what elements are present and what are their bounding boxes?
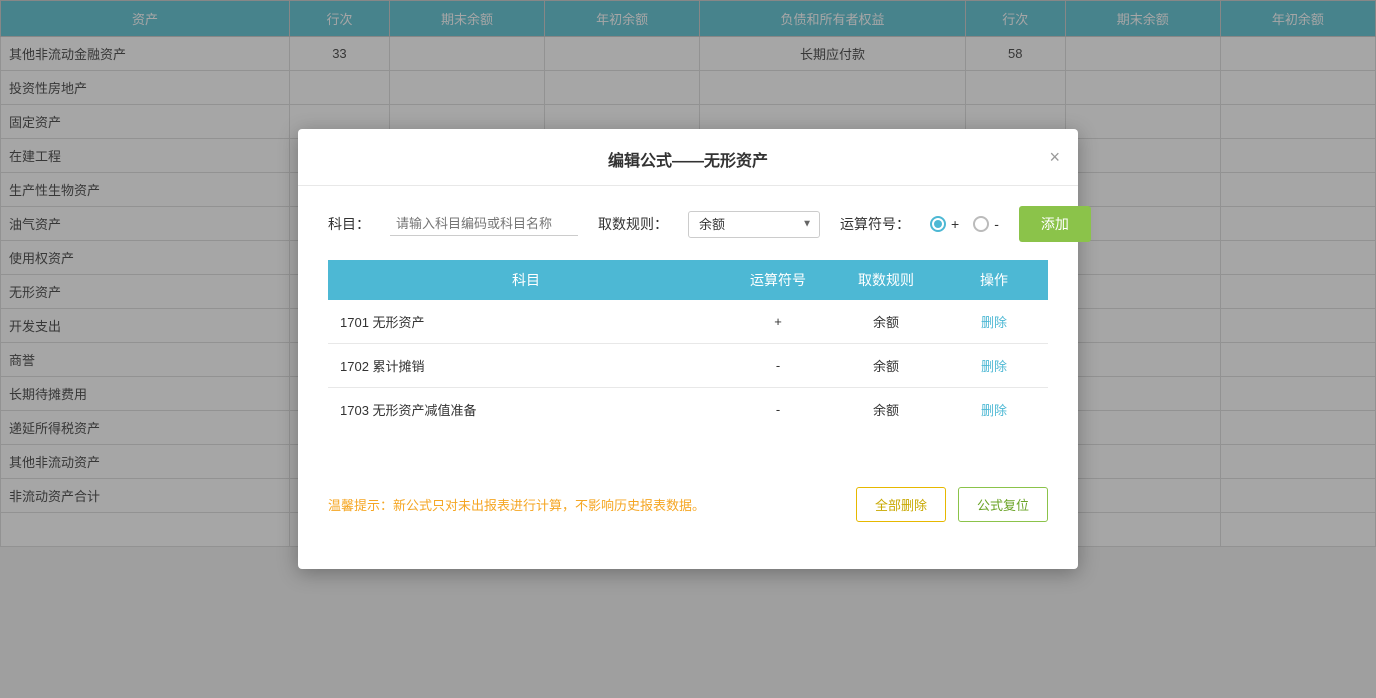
col-header-rule: 取数规则 <box>832 260 940 300</box>
rule-select[interactable]: 余额 借方发生额 贷方发生额 借方累计发生额 贷方累计发生额 <box>688 211 820 238</box>
formula-action-cell: 删除 <box>940 344 1048 388</box>
table-row: 1702 累计摊销-余额 删除 <box>328 344 1048 388</box>
operator-plus-circle <box>930 216 946 232</box>
modal-footer: 温馨提示：新公式只对未出报表进行计算，不影响历史报表数据。 全部删除 公式复位 <box>298 471 1078 542</box>
formula-table: 科目 运算符号 取数规则 操作 1701 无形资产+余额删除1702 累计摊销-… <box>328 260 1048 431</box>
table-row: 1703 无形资产减值准备-余额 删除 <box>328 388 1048 432</box>
modal-close-button[interactable]: × <box>1049 148 1060 166</box>
formula-operator-cell: - <box>724 344 832 388</box>
formula-action-cell: 删除 <box>940 300 1048 344</box>
delete-row-link[interactable]: 删除 <box>981 315 1007 330</box>
table-row: 1701 无形资产+余额 删除 <box>328 300 1048 344</box>
formula-rule-cell: 余额 <box>832 300 940 344</box>
subject-input[interactable] <box>390 212 578 236</box>
formula-rule-cell: 余额 <box>832 388 940 432</box>
subject-label: 科目： <box>328 214 370 234</box>
rule-select-wrap: 余额 借方发生额 贷方发生额 借方累计发生额 贷方累计发生额 ▼ <box>688 211 820 238</box>
formula-operator-cell: - <box>724 388 832 432</box>
operator-plus-radio[interactable]: + <box>930 216 959 232</box>
formula-operator-cell: + <box>724 300 832 344</box>
modal-dialog: 编辑公式——无形资产 × 科目： 取数规则： 余额 借方发生额 贷方发生额 借方… <box>298 129 1078 569</box>
col-header-operator: 运算符号 <box>724 260 832 300</box>
operator-minus-label: - <box>994 216 999 232</box>
add-button[interactable]: 添加 <box>1019 206 1091 242</box>
tip-text: 温馨提示：新公式只对未出报表进行计算，不影响历史报表数据。 <box>328 495 705 514</box>
form-row: 科目： 取数规则： 余额 借方发生额 贷方发生额 借方累计发生额 贷方累计发生额… <box>328 206 1048 242</box>
modal-body: 科目： 取数规则： 余额 借方发生额 贷方发生额 借方累计发生额 贷方累计发生额… <box>298 186 1078 471</box>
operator-plus-label: + <box>951 216 959 232</box>
formula-subject-cell: 1702 累计摊销 <box>328 344 724 388</box>
rule-label: 取数规则： <box>598 214 668 234</box>
reset-formula-button[interactable]: 公式复位 <box>958 487 1048 522</box>
delete-all-button[interactable]: 全部删除 <box>856 487 946 522</box>
modal-header: 编辑公式——无形资产 × <box>298 129 1078 186</box>
footer-buttons: 全部删除 公式复位 <box>856 487 1048 522</box>
delete-row-link[interactable]: 删除 <box>981 359 1007 374</box>
modal-overlay: 编辑公式——无形资产 × 科目： 取数规则： 余额 借方发生额 贷方发生额 借方… <box>0 0 1376 698</box>
formula-subject-cell: 1701 无形资产 <box>328 300 724 344</box>
operator-minus-circle <box>973 216 989 232</box>
formula-action-cell: 删除 <box>940 388 1048 432</box>
formula-rule-cell: 余额 <box>832 344 940 388</box>
formula-subject-cell: 1703 无形资产减值准备 <box>328 388 724 432</box>
modal-title: 编辑公式——无形资产 <box>608 147 768 171</box>
operator-radio-group: + - <box>930 216 999 232</box>
col-header-subject: 科目 <box>328 260 724 300</box>
col-header-action: 操作 <box>940 260 1048 300</box>
delete-row-link[interactable]: 删除 <box>981 403 1007 418</box>
operator-minus-radio[interactable]: - <box>973 216 999 232</box>
operator-label: 运算符号： <box>840 214 910 234</box>
